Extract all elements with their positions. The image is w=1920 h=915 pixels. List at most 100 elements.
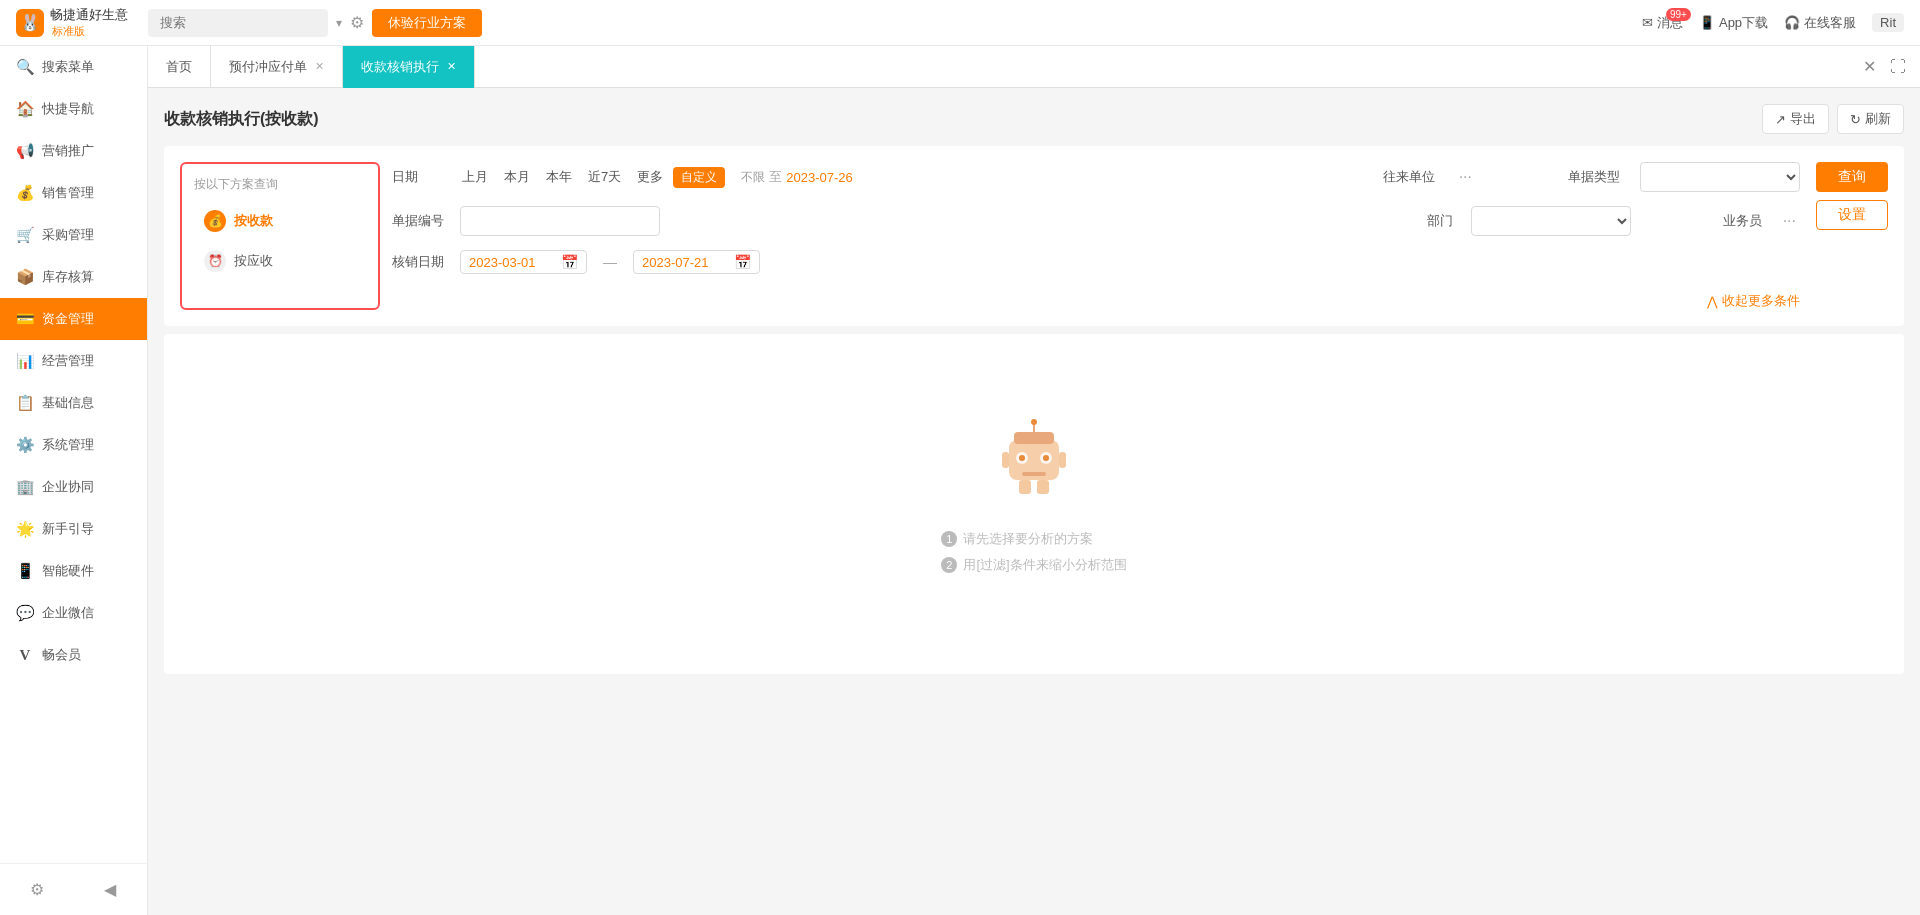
writeoff-date-from-input[interactable]	[469, 255, 557, 270]
sidebar-item-wechat[interactable]: 💬 企业微信	[0, 592, 147, 634]
sidebar-item-finance[interactable]: 💳 资金管理	[0, 298, 147, 340]
enterprise-icon: 🏢	[16, 478, 34, 496]
tab-expand-button[interactable]: ⛶	[1884, 54, 1912, 80]
purchase-icon: 🛒	[16, 226, 34, 244]
tab-prepay[interactable]: 预付冲应付单 ✕	[211, 46, 343, 88]
sidebar-item-system[interactable]: ⚙️ 系统管理	[0, 424, 147, 466]
message-badge: 99+	[1666, 8, 1691, 21]
svg-rect-1	[1014, 432, 1054, 444]
tab-close-all-button[interactable]: ✕	[1857, 53, 1882, 80]
user-avatar[interactable]: Rit	[1872, 13, 1904, 32]
date-btn-last-month[interactable]: 上月	[456, 166, 494, 188]
sidebar-item-hardware[interactable]: 📱 智能硬件	[0, 550, 147, 592]
sidebar-item-purchase[interactable]: 🛒 采购管理	[0, 214, 147, 256]
page-title: 收款核销执行(按收款)	[164, 109, 319, 130]
date-btn-this-month[interactable]: 本月	[498, 166, 536, 188]
sidebar-item-label: 库存核算	[42, 268, 94, 286]
tip-num-1: 1	[941, 531, 957, 547]
filter-option-by-receipt[interactable]: 💰 按收款	[194, 203, 366, 239]
tab-home[interactable]: 首页	[148, 46, 211, 88]
customer-service-button[interactable]: 🎧 在线客服	[1784, 14, 1856, 32]
app-download-button[interactable]: 📱 App下载	[1699, 14, 1768, 32]
quick-nav-icon: 🏠	[16, 100, 34, 118]
date-range-display: 不限 至 2023-07-26	[741, 168, 853, 186]
sidebar-item-marketing[interactable]: 📢 营销推广	[0, 130, 147, 172]
sidebar-item-inventory[interactable]: 📦 库存核算	[0, 256, 147, 298]
tip-num-2: 2	[941, 557, 957, 573]
sidebar-item-member[interactable]: V 畅会员	[0, 634, 147, 676]
content-area: 首页 预付冲应付单 ✕ 收款核销执行 ✕ ✕ ⛶ 收款核销执行(按收款)	[148, 46, 1920, 915]
query-button[interactable]: 查询	[1816, 162, 1888, 192]
top-search-input[interactable]	[148, 9, 328, 37]
export-button[interactable]: ↗ 导出	[1762, 104, 1829, 134]
date-quick-btns: 上月 本月 本年 近7天 更多 自定义	[456, 166, 725, 188]
staff-input[interactable]: ···	[1779, 212, 1800, 230]
sidebar-item-operation[interactable]: 📊 经营管理	[0, 340, 147, 382]
filter-sidebar: 按以下方案查询 💰 按收款 ⏰ 按应收	[180, 162, 380, 310]
tab-writeoff-label: 收款核销执行	[361, 58, 439, 76]
filter-layout: 按以下方案查询 💰 按收款 ⏰ 按应收	[180, 162, 1888, 310]
refresh-icon: ↻	[1850, 112, 1861, 127]
doc-type-select[interactable]	[1640, 162, 1800, 192]
empty-tips: 1 请先选择要分析的方案 2 用[过滤]条件来缩小分析范围	[941, 526, 1126, 578]
collapse-button[interactable]: ⋀ 收起更多条件	[1707, 292, 1800, 310]
counterpart-input[interactable]: ···	[1455, 168, 1476, 186]
search-dropdown-icon[interactable]: ▾	[336, 16, 342, 30]
wechat-icon: 💬	[16, 604, 34, 622]
date-btn-7days[interactable]: 近7天	[582, 166, 627, 188]
doc-no-input[interactable]	[460, 206, 660, 236]
top-bar-right: ✉ 消息 99+ 📱 App下载 🎧 在线客服 Rit	[1642, 13, 1904, 32]
service-icon: 🎧	[1784, 15, 1800, 30]
sales-icon: 💰	[16, 184, 34, 202]
sidebar-item-basic[interactable]: 📋 基础信息	[0, 382, 147, 424]
settings-filter-button[interactable]: 设置	[1816, 200, 1888, 230]
sidebar-item-label: 企业微信	[42, 604, 94, 622]
filter-rows: 日期 上月 本月 本年 近7天 更多 自定义	[392, 162, 1800, 310]
message-button[interactable]: ✉ 消息 99+	[1642, 14, 1683, 32]
search-menu-icon: 🔍	[16, 58, 34, 76]
sidebar-item-sales[interactable]: 💰 销售管理	[0, 172, 147, 214]
filter-sidebar-title: 按以下方案查询	[194, 176, 366, 193]
sidebar-item-label: 快捷导航	[42, 100, 94, 118]
svg-rect-8	[1059, 452, 1066, 468]
logo-icon: 🐰	[16, 9, 44, 37]
tab-writeoff[interactable]: 收款核销执行 ✕	[343, 46, 475, 88]
svg-point-5	[1043, 455, 1049, 461]
dept-select[interactable]	[1471, 206, 1631, 236]
sidebar-collapse-button[interactable]: ◀	[74, 872, 148, 907]
settings-icon[interactable]: ⚙	[350, 13, 364, 32]
tab-prepay-close-icon[interactable]: ✕	[315, 60, 324, 73]
sidebar-item-guide[interactable]: 🌟 新手引导	[0, 508, 147, 550]
filter-option-by-receivable[interactable]: ⏰ 按应收	[194, 243, 366, 279]
empty-illustration	[984, 410, 1084, 510]
sidebar-bottom: ⚙ ◀	[0, 863, 147, 915]
sidebar-settings-button[interactable]: ⚙	[0, 872, 74, 907]
sidebar-item-quick-nav[interactable]: 🏠 快捷导航	[0, 88, 147, 130]
solution-button[interactable]: 休验行业方案	[372, 9, 482, 37]
sidebar-item-label: 智能硬件	[42, 562, 94, 580]
dept-label: 部门	[1427, 212, 1455, 230]
receipt-option-icon: 💰	[204, 210, 226, 232]
date-range-separator: —	[603, 254, 617, 270]
calendar-from-icon[interactable]: 📅	[561, 254, 578, 270]
receivable-option-icon: ⏰	[204, 250, 226, 272]
sidebar-item-enterprise[interactable]: 🏢 企业协同	[0, 466, 147, 508]
tip-text-1: 请先选择要分析的方案	[963, 526, 1093, 552]
date-btn-this-year[interactable]: 本年	[540, 166, 578, 188]
tab-writeoff-close-icon[interactable]: ✕	[447, 60, 456, 73]
date-btn-custom[interactable]: 自定义	[673, 167, 725, 188]
results-card: 1 请先选择要分析的方案 2 用[过滤]条件来缩小分析范围	[164, 334, 1904, 674]
date-value: 2023-07-26	[786, 170, 853, 185]
tabs-actions: ✕ ⛶	[1857, 53, 1920, 80]
refresh-button[interactable]: ↻ 刷新	[1837, 104, 1904, 134]
collapse-row: ⋀ 收起更多条件	[392, 288, 1800, 310]
brand-sub: 标准版	[52, 24, 128, 39]
date-btn-more[interactable]: 更多	[631, 166, 669, 188]
calendar-to-icon[interactable]: 📅	[734, 254, 751, 270]
finance-icon: 💳	[16, 310, 34, 328]
filter-row-3: 核销日期 📅 — 📅	[392, 250, 1800, 274]
filter-option-label: 按应收	[234, 252, 273, 270]
svg-rect-6	[1022, 472, 1046, 476]
writeoff-date-to-input[interactable]	[642, 255, 730, 270]
sidebar-item-search-menu[interactable]: 🔍 搜索菜单	[0, 46, 147, 88]
